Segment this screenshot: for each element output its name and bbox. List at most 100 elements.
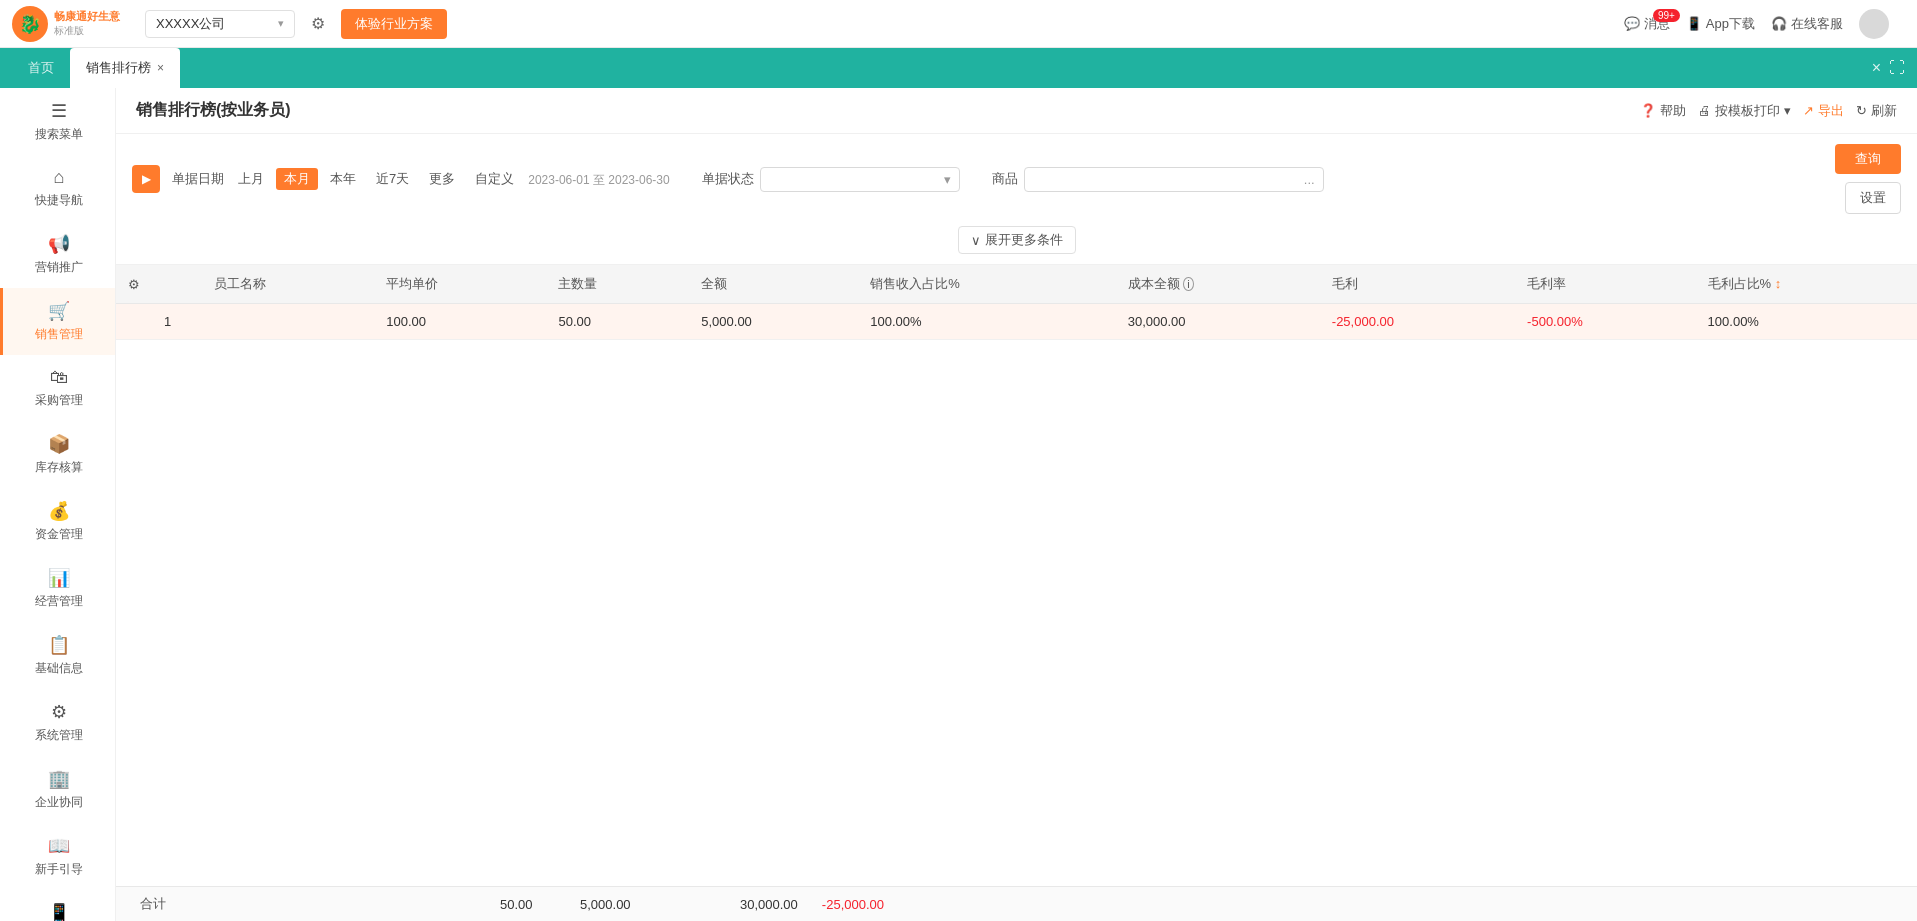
sidebar-marketing-label: 营销推广 (35, 259, 83, 276)
sidebar-item-search[interactable]: ☰ 搜索菜单 (0, 88, 115, 155)
filter-row: ▶ 单据日期 上月 本月 本年 近7天 更多 自定义 2023-06-01 至 … (132, 144, 1901, 214)
sidebar-item-basic[interactable]: 📋 基础信息 (0, 622, 115, 689)
cell-avg-price: 100.00 (374, 304, 546, 340)
tab-bar-actions: × ⛶ (1872, 59, 1905, 77)
home-icon: ⌂ (54, 167, 65, 188)
cell-amount: 5,000.00 (689, 304, 858, 340)
query-settings-group: 查询 设置 (1835, 144, 1901, 214)
date-label: 单据日期 (172, 170, 224, 188)
marketing-icon: 📢 (48, 233, 70, 255)
sidebar-item-system[interactable]: ⚙ 系统管理 (0, 689, 115, 756)
tab-home-label: 首页 (28, 59, 54, 77)
export-button[interactable]: ↗ 导出 (1803, 102, 1844, 120)
date-range-display: 2023-06-01 至 2023-06-30 (528, 172, 669, 189)
avatar[interactable] (1859, 9, 1889, 39)
data-table: ⚙ 员工名称 平均单价 主数量 全额 销售收入占比% 成本全额 i 毛利 毛利率… (116, 265, 1917, 340)
footer-qty: 50.00 (488, 897, 568, 912)
table-area: ⚙ 员工名称 平均单价 主数量 全额 销售收入占比% 成本全额 i 毛利 毛利率… (116, 265, 1917, 886)
cell-cost: 30,000.00 (1116, 304, 1320, 340)
table-footer: 合计 50.00 5,000.00 30,000.00 -25,000.00 (116, 886, 1917, 921)
query-button[interactable]: 查询 (1835, 144, 1901, 174)
col-settings[interactable]: ⚙ (116, 265, 152, 304)
date-tab-more[interactable]: 更多 (421, 168, 463, 190)
sidebar-item-marketing[interactable]: 📢 营销推广 (0, 221, 115, 288)
sidebar-operation-label: 经营管理 (35, 593, 83, 610)
status-select[interactable]: ▾ (760, 167, 960, 192)
sidebar-item-shortcut[interactable]: ⌂ 快捷导航 (0, 155, 115, 221)
operation-icon: 📊 (48, 567, 70, 589)
date-tab-custom[interactable]: 自定义 (467, 168, 522, 190)
tab-close-icon[interactable]: × (157, 61, 164, 75)
cell-employee (202, 304, 374, 340)
help-button[interactable]: ❓ 帮助 (1640, 102, 1686, 120)
guide-icon: 📖 (48, 835, 70, 857)
sidebar-item-purchase[interactable]: 🛍 采购管理 (0, 355, 115, 421)
expand-more-label: 展开更多条件 (985, 231, 1063, 249)
sidebar-item-inventory[interactable]: 📦 库存核算 (0, 421, 115, 488)
date-tab-this-year[interactable]: 本年 (322, 168, 364, 190)
col-gross-pct: 毛利占比% ↕ (1696, 265, 1917, 304)
logo-name: 畅康通好生意 (54, 9, 120, 23)
sidebar-item-enterprise[interactable]: 🏢 企业协同 (0, 756, 115, 823)
close-all-tabs-icon[interactable]: × (1872, 59, 1881, 77)
print-button[interactable]: 🖨 按模板打印 ▾ (1698, 102, 1791, 120)
footer-gross: -25,000.00 (810, 897, 896, 912)
filter-settings-button[interactable]: 设置 (1845, 182, 1901, 214)
purchase-icon: 🛍 (50, 367, 68, 388)
filter-expand-row: ∨ 展开更多条件 (132, 218, 1901, 254)
online-service-button[interactable]: 🎧 在线客服 (1771, 15, 1843, 33)
tab-home[interactable]: 首页 (12, 48, 70, 88)
goods-label: 商品 (992, 170, 1018, 188)
date-tab-7days[interactable]: 近7天 (368, 168, 417, 190)
company-name: XXXXX公司 (156, 15, 225, 33)
service-label: 在线客服 (1791, 15, 1843, 33)
goods-select[interactable]: ... (1024, 167, 1324, 192)
system-icon: ⚙ (51, 701, 67, 723)
footer-cost: 30,000.00 (728, 897, 810, 912)
chevron-down-icon: ▾ (278, 17, 284, 30)
topbar-settings-icon[interactable]: ⚙ (303, 9, 333, 39)
app-label: App下载 (1706, 15, 1755, 33)
sidebar-item-sales[interactable]: 🛒 销售管理 (0, 288, 115, 355)
sidebar-system-label: 系统管理 (35, 727, 83, 744)
app-icon: 📱 (48, 902, 70, 921)
table-row: 1 100.00 50.00 5,000.00 100.00% 30,000.0… (116, 304, 1917, 340)
table-header: ⚙ 员工名称 平均单价 主数量 全额 销售收入占比% 成本全额 i 毛利 毛利率… (116, 265, 1917, 304)
export-icon: ↗ (1803, 103, 1814, 118)
date-tab-this-month[interactable]: 本月 (276, 168, 318, 190)
sidebar-item-appstore[interactable]: 📱 应用中心 (0, 890, 115, 921)
messages-button[interactable]: 💬 消息 99+ (1624, 15, 1670, 33)
tab-sales-ranking[interactable]: 销售排行榜 × (70, 48, 180, 88)
restore-tab-icon[interactable]: ⛶ (1889, 59, 1905, 77)
col-rank (152, 265, 202, 304)
sidebar-item-operation[interactable]: 📊 经营管理 (0, 555, 115, 622)
footer-label: 合计 (128, 895, 408, 913)
app-download-button[interactable]: 📱 App下载 (1686, 15, 1755, 33)
sidebar: ☰ 搜索菜单 ⌂ 快捷导航 📢 营销推广 🛒 销售管理 🛍 采购管理 📦 库存核… (0, 88, 116, 921)
content-area: 销售排行榜(按业务员) ❓ 帮助 🖨 按模板打印 ▾ ↗ 导出 ↻ 刷新 (116, 88, 1917, 921)
sidebar-shortcut-label: 快捷导航 (35, 192, 83, 209)
message-icon: 💬 (1624, 16, 1640, 31)
date-tab-last-month[interactable]: 上月 (230, 168, 272, 190)
headset-icon: 🎧 (1771, 16, 1787, 31)
refresh-icon: ↻ (1856, 103, 1867, 118)
expand-more-button[interactable]: ∨ 展开更多条件 (958, 226, 1076, 254)
tab-sales-ranking-label: 销售排行榜 (86, 59, 151, 77)
page-title: 销售排行榜(按业务员) (136, 100, 291, 121)
finance-icon: 💰 (48, 500, 70, 522)
filter-expand-arrow[interactable]: ▶ (132, 165, 160, 193)
sidebar-item-finance[interactable]: 💰 资金管理 (0, 488, 115, 555)
cell-qty: 50.00 (546, 304, 689, 340)
page-header: 销售排行榜(按业务员) ❓ 帮助 🖨 按模板打印 ▾ ↗ 导出 ↻ 刷新 (116, 88, 1917, 134)
sidebar-item-guide[interactable]: 📖 新手引导 (0, 823, 115, 890)
date-tabs: 上月 本月 本年 近7天 更多 自定义 (230, 168, 522, 190)
refresh-button[interactable]: ↻ 刷新 (1856, 102, 1897, 120)
goods-more-icon: ... (1304, 172, 1315, 187)
trial-button[interactable]: 体验行业方案 (341, 9, 447, 39)
page-actions: ❓ 帮助 🖨 按模板打印 ▾ ↗ 导出 ↻ 刷新 (1640, 102, 1897, 120)
cell-rank: 1 (152, 304, 202, 340)
company-selector[interactable]: XXXXX公司 ▾ (145, 10, 295, 38)
cell-gross: -25,000.00 (1320, 304, 1515, 340)
col-sales-pct: 销售收入占比% (858, 265, 1115, 304)
logo-icon: 🐉 (12, 6, 48, 42)
